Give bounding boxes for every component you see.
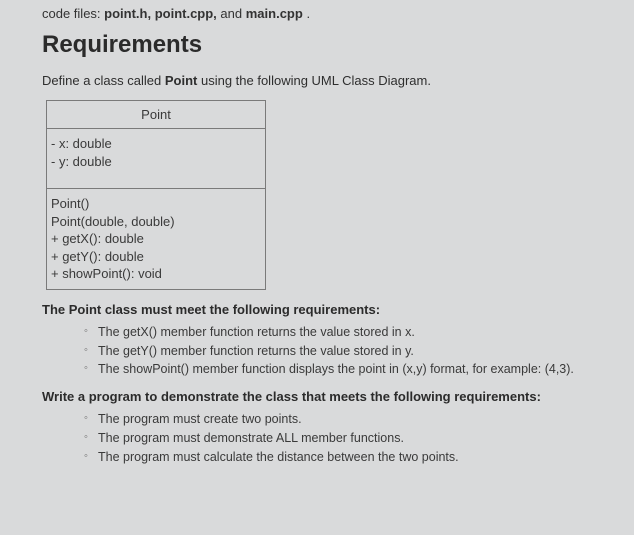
list-item: The program must create two points. [84, 410, 606, 429]
must-meet-heading: The Point class must meet the following … [42, 302, 606, 317]
list-item: The getY() member function returns the v… [84, 342, 606, 361]
uml-op: + showPoint(): void [51, 265, 261, 283]
requirements-list-2: The program must create two points. The … [84, 410, 606, 466]
uml-op: + getY(): double [51, 248, 261, 266]
uml-class-name: Point [47, 101, 265, 129]
uml-op: Point() [51, 195, 261, 213]
write-program-heading: Write a program to demonstrate the class… [42, 389, 606, 404]
list-item: The getX() member function returns the v… [84, 323, 606, 342]
uml-diagram: Point - x: double - y: double Point() Po… [46, 100, 266, 290]
code-files-prefix: code files: [42, 6, 104, 21]
code-files-last: main.cpp [246, 6, 303, 21]
define-class-line: Define a class called Point using the fo… [42, 73, 606, 88]
define-p1: Define a class called [42, 73, 165, 88]
uml-op: Point(double, double) [51, 213, 261, 231]
uml-attributes: - x: double - y: double [47, 129, 265, 189]
requirements-heading: Requirements [42, 31, 606, 59]
define-class-name: Point [165, 73, 198, 88]
list-item: The program must demonstrate ALL member … [84, 429, 606, 448]
requirements-list-1: The getX() member function returns the v… [84, 323, 606, 379]
uml-op: + getX(): double [51, 230, 261, 248]
code-files-line: code files: point.h, point.cpp, and main… [42, 6, 606, 21]
list-item: The program must calculate the distance … [84, 448, 606, 467]
list-item: The showPoint() member function displays… [84, 360, 606, 379]
uml-attr: - x: double [51, 135, 261, 153]
uml-attr: - y: double [51, 153, 261, 171]
uml-operations: Point() Point(double, double) + getX(): … [47, 189, 265, 289]
code-files-list: point.h, point.cpp, [104, 6, 217, 21]
code-files-and: and [220, 6, 245, 21]
define-p2: using the following UML Class Diagram. [201, 73, 431, 88]
code-files-suffix: . [306, 6, 310, 21]
